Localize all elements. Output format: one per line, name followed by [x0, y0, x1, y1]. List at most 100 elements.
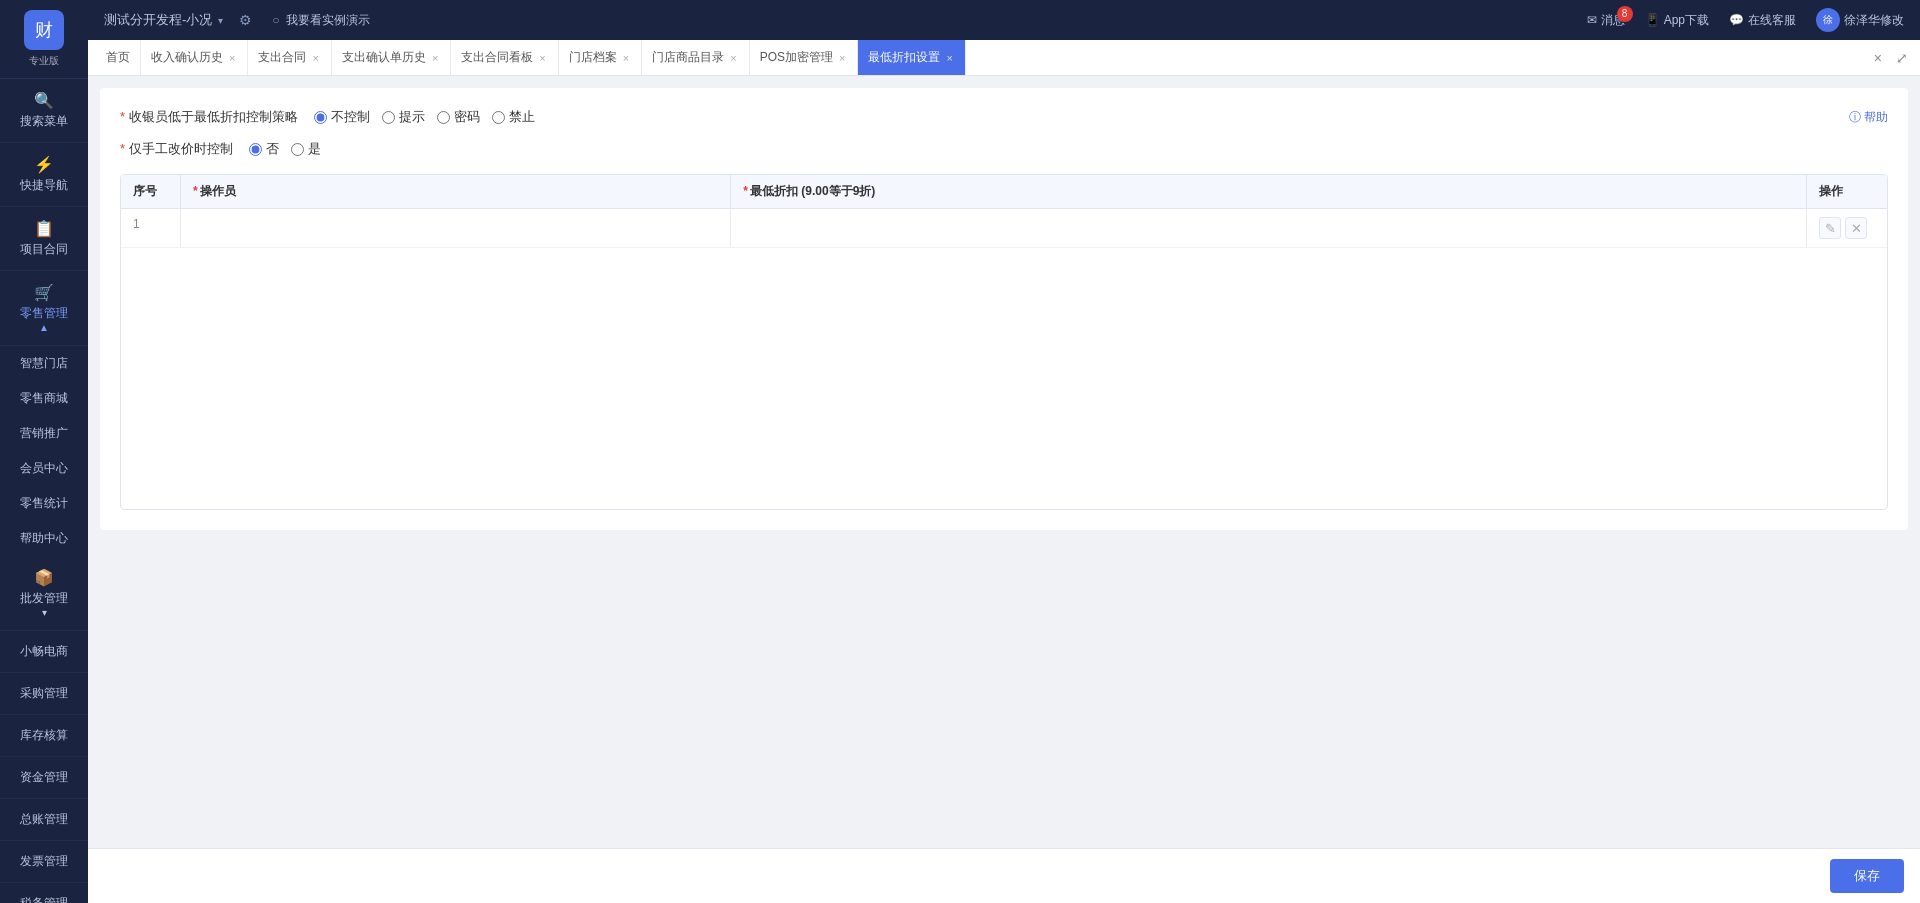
sidebar-item-retail[interactable]: 🛒 零售管理 ▲ — [0, 271, 88, 346]
online-service-button[interactable]: 💬 在线客服 — [1729, 12, 1796, 29]
save-button[interactable]: 保存 — [1830, 859, 1904, 893]
chevron-down-icon: ▾ — [218, 15, 223, 26]
tab-label: 门店档案 — [569, 49, 617, 66]
logo-icon: 财 — [24, 10, 64, 50]
main-area: 测试分开发程-小况 ▾ ⚙ ○ 我要看实例演示 ✉ 消息 8 📱 App下载 💬… — [88, 0, 1920, 903]
tab-label: POS加密管理 — [760, 49, 833, 66]
delete-row-button[interactable]: ✕ — [1845, 217, 1867, 239]
sidebar-item-quicknav[interactable]: ⚡ 快捷导航 — [0, 143, 88, 207]
sidebar-sub-label: 零售商城 — [20, 390, 68, 407]
tab-close-icon[interactable]: × — [837, 51, 847, 65]
radio-yes[interactable]: 是 — [291, 140, 321, 158]
radio-prompt[interactable]: 提示 — [382, 108, 425, 126]
radio-no[interactable]: 否 — [249, 140, 279, 158]
th-action: 操作 — [1807, 175, 1887, 208]
sidebar-item-label: 小畅电商 — [20, 643, 68, 660]
sidebar-item-purchase[interactable]: 采购管理 — [0, 673, 88, 715]
tab-store-archive[interactable]: 门店档案 × — [559, 40, 642, 76]
close-tab-button[interactable]: × — [1870, 48, 1886, 68]
sidebar-item-search[interactable]: 🔍 搜索菜单 — [0, 79, 88, 143]
td-operator — [181, 209, 731, 247]
sidebar-item-member[interactable]: 会员中心 — [0, 451, 88, 486]
app-version: 专业版 — [29, 54, 59, 68]
tab-close-icon[interactable]: × — [621, 51, 631, 65]
topbar: 测试分开发程-小况 ▾ ⚙ ○ 我要看实例演示 ✉ 消息 8 📱 App下载 💬… — [88, 0, 1920, 40]
sidebar-item-invoice[interactable]: 发票管理 — [0, 841, 88, 883]
tab-close-icon[interactable]: × — [310, 51, 320, 65]
sidebar-item-finance[interactable]: 资金管理 — [0, 757, 88, 799]
expand-tab-button[interactable]: ⤢ — [1892, 48, 1912, 68]
tab-close-icon[interactable]: × — [728, 51, 738, 65]
tab-income-history[interactable]: 收入确认历史 × — [141, 40, 248, 76]
tab-close-icon[interactable]: × — [944, 51, 954, 65]
user-menu[interactable]: 徐 徐泽华修改 — [1816, 8, 1904, 32]
radio-no-control[interactable]: 不控制 — [314, 108, 370, 126]
sidebar-sub-label: 零售统计 — [20, 495, 68, 512]
td-discount — [731, 209, 1807, 247]
download-icon: 📱 — [1645, 13, 1660, 27]
topbar-right: ✉ 消息 8 📱 App下载 💬 在线客服 徐 徐泽华修改 — [1587, 8, 1904, 32]
sidebar-item-label: 项目合同 — [20, 241, 68, 258]
sidebar-item-help[interactable]: 帮助中心 — [0, 521, 88, 556]
discount-policy-label: * 收银员低于最低折扣控制策略 — [120, 108, 298, 126]
chevron-down-icon: ▾ — [42, 607, 47, 618]
edit-row-button[interactable]: ✎ — [1819, 217, 1841, 239]
footer: 保存 — [88, 848, 1920, 903]
tab-label: 门店商品目录 — [652, 49, 724, 66]
tab-expense-contract[interactable]: 支出合同 × — [248, 40, 331, 76]
manual-control-label: * 仅手工改价时控制 — [120, 140, 233, 158]
radio-password[interactable]: 密码 — [437, 108, 480, 126]
sidebar-item-label: 税务管理 — [20, 895, 68, 903]
project-selector[interactable]: 测试分开发程-小况 ▾ — [104, 11, 223, 29]
tab-expense-board[interactable]: 支出合同看板 × — [451, 40, 558, 76]
tab-close-icon[interactable]: × — [227, 51, 237, 65]
search-icon: 🔍 — [34, 91, 54, 110]
tab-close-icon[interactable]: × — [430, 51, 440, 65]
app-download-button[interactable]: 📱 App下载 — [1645, 12, 1709, 29]
tab-label: 首页 — [106, 49, 130, 66]
radio-forbid[interactable]: 禁止 — [492, 108, 535, 126]
sidebar-item-retail-stats[interactable]: 零售统计 — [0, 486, 88, 521]
tab-min-discount[interactable]: 最低折扣设置 × — [858, 40, 965, 76]
retail-icon: 🛒 — [34, 283, 54, 302]
manual-control-row: * 仅手工改价时控制 否 是 — [120, 140, 1888, 158]
sidebar-sub-label: 帮助中心 — [20, 530, 68, 547]
discount-policy-radio-group: 不控制 提示 密码 禁止 — [314, 108, 535, 126]
sidebar-item-wholesale[interactable]: 📦 批发管理 ▾ — [0, 556, 88, 631]
td-action: ✎ ✕ — [1807, 209, 1887, 247]
sidebar-item-project[interactable]: 📋 项目合同 — [0, 207, 88, 271]
message-badge: 8 — [1617, 6, 1633, 22]
tab-home[interactable]: 首页 — [96, 40, 141, 76]
sidebar-item-ecommerce[interactable]: 小畅电商 — [0, 631, 88, 673]
th-discount: *最低折扣 (9.00等于9折) — [731, 175, 1807, 208]
required-star: * — [743, 184, 748, 198]
tab-pos-password[interactable]: POS加密管理 × — [750, 40, 859, 76]
tab-expense-confirm-history[interactable]: 支出确认单历史 × — [332, 40, 451, 76]
sidebar-item-retail-mall[interactable]: 零售商城 — [0, 381, 88, 416]
required-star: * — [193, 184, 198, 198]
sidebar-item-smart-store[interactable]: 智慧门店 — [0, 346, 88, 381]
topbar-settings-button[interactable]: ⚙ — [239, 12, 252, 28]
tab-close-icon[interactable]: × — [537, 51, 547, 65]
tab-label: 支出确认单历史 — [342, 49, 426, 66]
table-row: 1 ✎ ✕ — [121, 209, 1887, 248]
help-button[interactable]: ⓘ 帮助 — [1849, 109, 1888, 126]
demo-link[interactable]: ○ 我要看实例演示 — [272, 12, 369, 29]
tab-store-product[interactable]: 门店商品目录 × — [642, 40, 749, 76]
user-avatar: 徐 — [1816, 8, 1840, 32]
sidebar-item-label: 批发管理 — [20, 590, 68, 607]
sidebar-item-inventory[interactable]: 库存核算 — [0, 715, 88, 757]
th-operator: *操作员 — [181, 175, 731, 208]
app-download-label: App下载 — [1664, 12, 1709, 29]
sidebar-item-marketing[interactable]: 营销推广 — [0, 416, 88, 451]
form-section: * 收银员低于最低折扣控制策略 不控制 提示 — [120, 108, 1888, 158]
th-seq: 序号 — [121, 175, 181, 208]
sidebar-item-ledger[interactable]: 总账管理 — [0, 799, 88, 841]
tabbar: 首页 收入确认历史 × 支出合同 × 支出确认单历史 × 支出合同看板 × 门店… — [88, 40, 1920, 76]
content-area: * 收银员低于最低折扣控制策略 不控制 提示 — [88, 76, 1920, 848]
manual-control-radio-group: 否 是 — [249, 140, 321, 158]
tabbar-actions: × ⤢ — [1870, 48, 1912, 68]
sidebar-item-tax[interactable]: 税务管理 — [0, 883, 88, 903]
message-button[interactable]: ✉ 消息 8 — [1587, 12, 1625, 29]
online-service-label: 在线客服 — [1748, 12, 1796, 29]
